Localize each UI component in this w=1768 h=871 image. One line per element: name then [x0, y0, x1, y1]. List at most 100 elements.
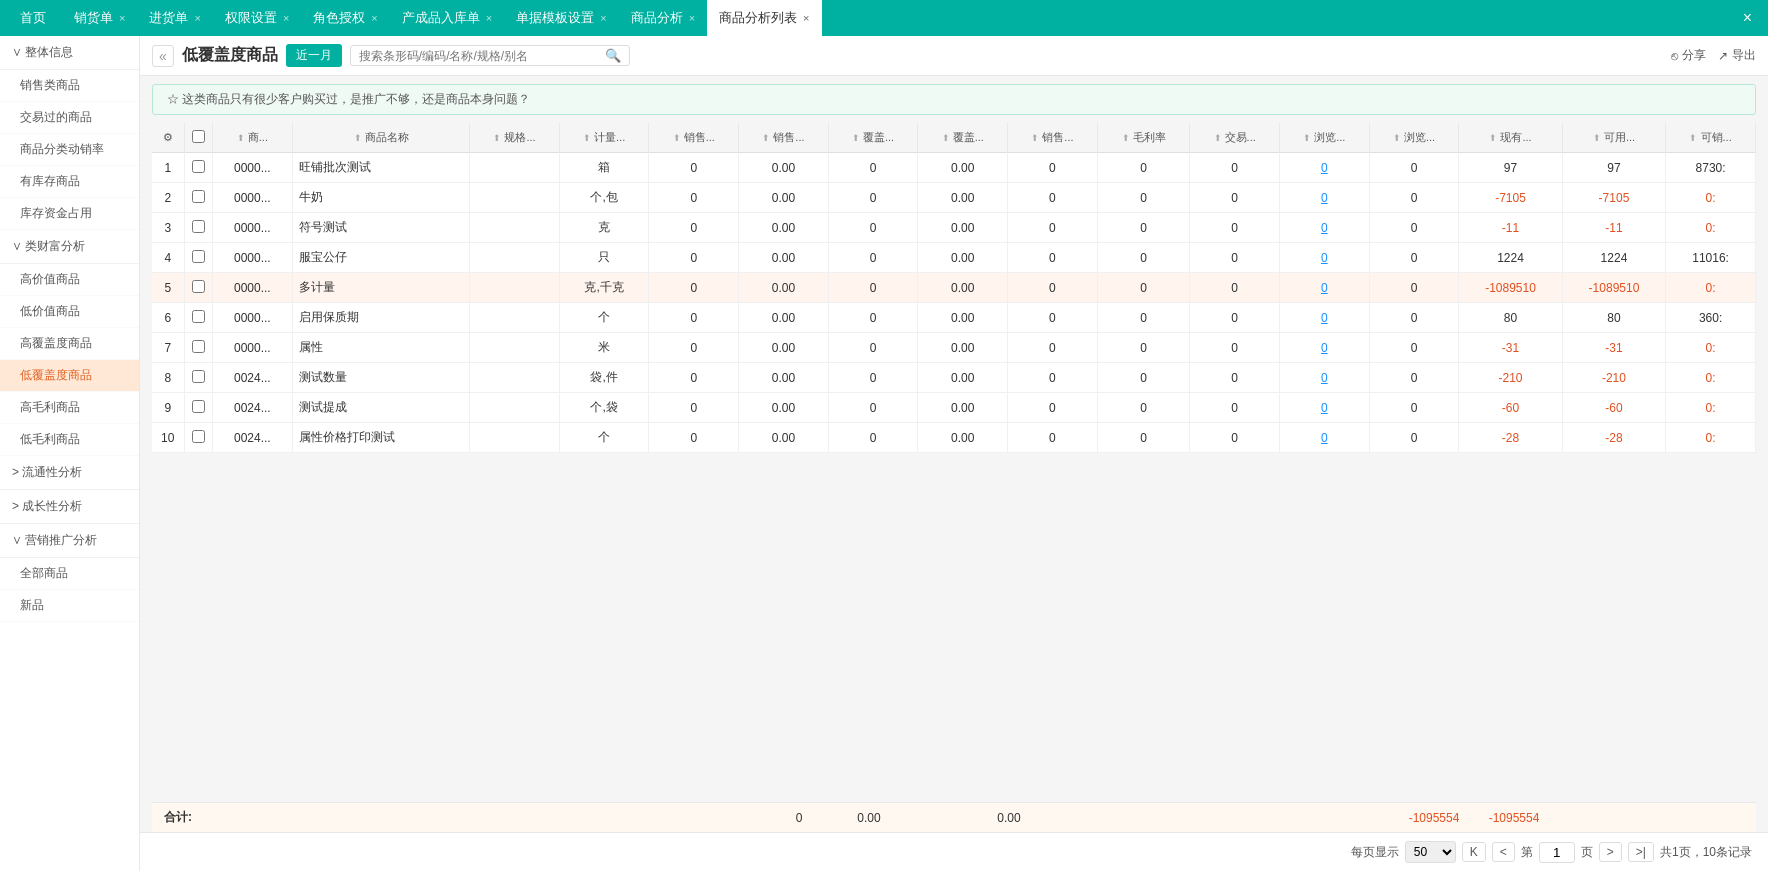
select-all-checkbox[interactable] [192, 130, 205, 143]
cell-10: 0 [1008, 303, 1098, 333]
cell-1[interactable] [184, 393, 212, 423]
prev-page-button[interactable]: < [1492, 842, 1515, 862]
export-button[interactable]: ↗ 导出 [1718, 47, 1756, 64]
cell-15: -11 [1459, 213, 1562, 243]
cell-16: -60 [1562, 393, 1665, 423]
nav-item-permissions[interactable]: 权限设置× [213, 0, 301, 36]
col-header-browse1[interactable]: ⬆ 浏览... [1280, 123, 1370, 153]
cell-12: 0 [1190, 273, 1280, 303]
page-number-input[interactable]: 1 [1539, 842, 1575, 863]
cell-10: 0 [1008, 423, 1098, 453]
col-header-margin[interactable]: ⬆ 毛利率 [1097, 123, 1190, 153]
nav-close-analysis[interactable]: × [689, 12, 695, 24]
cell-11: 0 [1097, 183, 1190, 213]
sidebar-item-category-rate[interactable]: 商品分类动销率 [0, 134, 139, 166]
cell-4 [470, 363, 560, 393]
cell-1[interactable] [184, 333, 212, 363]
nav-item-sales[interactable]: 销货单× [62, 0, 137, 36]
export-label: 导出 [1732, 47, 1756, 64]
cell-10: 0 [1008, 183, 1098, 213]
col-header-checkbox[interactable] [184, 123, 212, 153]
col-header-coverage2[interactable]: ⬆ 覆盖... [918, 123, 1008, 153]
cell-1[interactable] [184, 423, 212, 453]
sidebar-item-all-goods[interactable]: 全部商品 [0, 558, 139, 590]
cell-1[interactable] [184, 183, 212, 213]
sidebar-item-sales-goods[interactable]: 销售类商品 [0, 70, 139, 102]
col-header-sales3[interactable]: ⬆ 销售... [1008, 123, 1098, 153]
col-header-settings[interactable]: ⚙ [152, 123, 184, 153]
nav-home[interactable]: 首页 [4, 0, 62, 36]
nav-close-purchase[interactable]: × [194, 12, 200, 24]
cell-1[interactable] [184, 243, 212, 273]
sidebar-item-low-coverage[interactable]: 低覆盖度商品 [0, 360, 139, 392]
nav-close-template[interactable]: × [600, 12, 606, 24]
cell-16: 1224 [1562, 243, 1665, 273]
sidebar-item-in-stock[interactable]: 有库存商品 [0, 166, 139, 198]
nav-close-sales[interactable]: × [119, 12, 125, 24]
date-filter-button[interactable]: 近一月 [286, 44, 342, 67]
col-header-unit[interactable]: ⬆ 计量... [559, 123, 649, 153]
share-label: 分享 [1682, 47, 1706, 64]
window-close-button[interactable]: × [1731, 9, 1764, 27]
sidebar-section-整体信息[interactable]: ∨ 整体信息 [0, 36, 139, 70]
sidebar-section-流通性分析[interactable]: > 流通性分析 [0, 456, 139, 490]
cell-2: 0000... [212, 183, 293, 213]
col-header-current-qty[interactable]: ⬆ 现有... [1459, 123, 1562, 153]
nav-item-analysis-list[interactable]: 商品分析列表× [707, 0, 821, 36]
first-page-button[interactable]: K [1462, 842, 1486, 862]
cell-0: 3 [152, 213, 184, 243]
cell-1[interactable] [184, 303, 212, 333]
sidebar-item-low-margin[interactable]: 低毛利商品 [0, 424, 139, 456]
share-button[interactable]: ⎋ 分享 [1671, 47, 1706, 64]
nav-item-analysis[interactable]: 商品分析× [619, 0, 707, 36]
nav-close-roles[interactable]: × [371, 12, 377, 24]
search-input[interactable] [359, 49, 605, 63]
col-header-available[interactable]: ⬆ 可用... [1562, 123, 1665, 153]
nav-item-purchase[interactable]: 进货单× [137, 0, 212, 36]
cell-13: 0 [1280, 213, 1370, 243]
col-header-browse2[interactable]: ⬆ 浏览... [1369, 123, 1459, 153]
sidebar-collapse-button[interactable]: « [152, 45, 174, 67]
nav-item-template[interactable]: 单据模板设置× [504, 0, 618, 36]
col-header-sellable[interactable]: ⬆ 可销... [1666, 123, 1756, 153]
cell-1[interactable] [184, 153, 212, 183]
next-page-button[interactable]: > [1599, 842, 1622, 862]
sidebar-item-low-value[interactable]: 低价值商品 [0, 296, 139, 328]
cell-4 [470, 243, 560, 273]
col-header-trade[interactable]: ⬆ 交易... [1190, 123, 1280, 153]
sidebar-item-high-value[interactable]: 高价值商品 [0, 264, 139, 296]
col-header-spec[interactable]: ⬆ 规格... [470, 123, 560, 153]
search-icon[interactable]: 🔍 [605, 48, 621, 63]
col-header-sales-qty[interactable]: ⬆ 销售... [649, 123, 739, 153]
nav-close-analysis-list[interactable]: × [803, 12, 809, 24]
sidebar-item-high-coverage[interactable]: 高覆盖度商品 [0, 328, 139, 360]
col-header-name[interactable]: ⬆ 商品名称 [293, 123, 470, 153]
main-layout: ∨ 整体信息销售类商品交易过的商品商品分类动销率有库存商品库存资金占用∨ 类财富… [0, 36, 1768, 871]
cell-0: 6 [152, 303, 184, 333]
sidebar-item-traded-goods[interactable]: 交易过的商品 [0, 102, 139, 134]
sidebar-item-new-goods[interactable]: 新品 [0, 590, 139, 622]
nav-close-permissions[interactable]: × [283, 12, 289, 24]
per-page-select[interactable]: 2050100200 [1405, 841, 1456, 863]
sidebar-section-成长性分析[interactable]: > 成长性分析 [0, 490, 139, 524]
cell-17: 360: [1666, 303, 1756, 333]
cell-1[interactable] [184, 363, 212, 393]
sidebar-section-营销推广分析[interactable]: ∨ 营销推广分析 [0, 524, 139, 558]
cell-9: 0.00 [918, 423, 1008, 453]
col-header-coverage1[interactable]: ⬆ 覆盖... [828, 123, 918, 153]
cell-9: 0.00 [918, 273, 1008, 303]
cell-10: 0 [1008, 273, 1098, 303]
sidebar-item-stock-fund[interactable]: 库存资金占用 [0, 198, 139, 230]
cell-1[interactable] [184, 273, 212, 303]
cell-1[interactable] [184, 213, 212, 243]
sidebar-section-类财富分析[interactable]: ∨ 类财富分析 [0, 230, 139, 264]
nav-close-stock-in[interactable]: × [486, 12, 492, 24]
cell-6: 0 [649, 243, 739, 273]
last-page-button[interactable]: >| [1628, 842, 1654, 862]
sidebar-item-high-margin[interactable]: 高毛利商品 [0, 392, 139, 424]
nav-item-stock-in[interactable]: 产成品入库单× [390, 0, 504, 36]
col-header-code[interactable]: ⬆ 商... [212, 123, 293, 153]
nav-item-roles[interactable]: 角色授权× [301, 0, 389, 36]
col-header-sales-amt[interactable]: ⬆ 销售... [739, 123, 829, 153]
cell-12: 0 [1190, 333, 1280, 363]
